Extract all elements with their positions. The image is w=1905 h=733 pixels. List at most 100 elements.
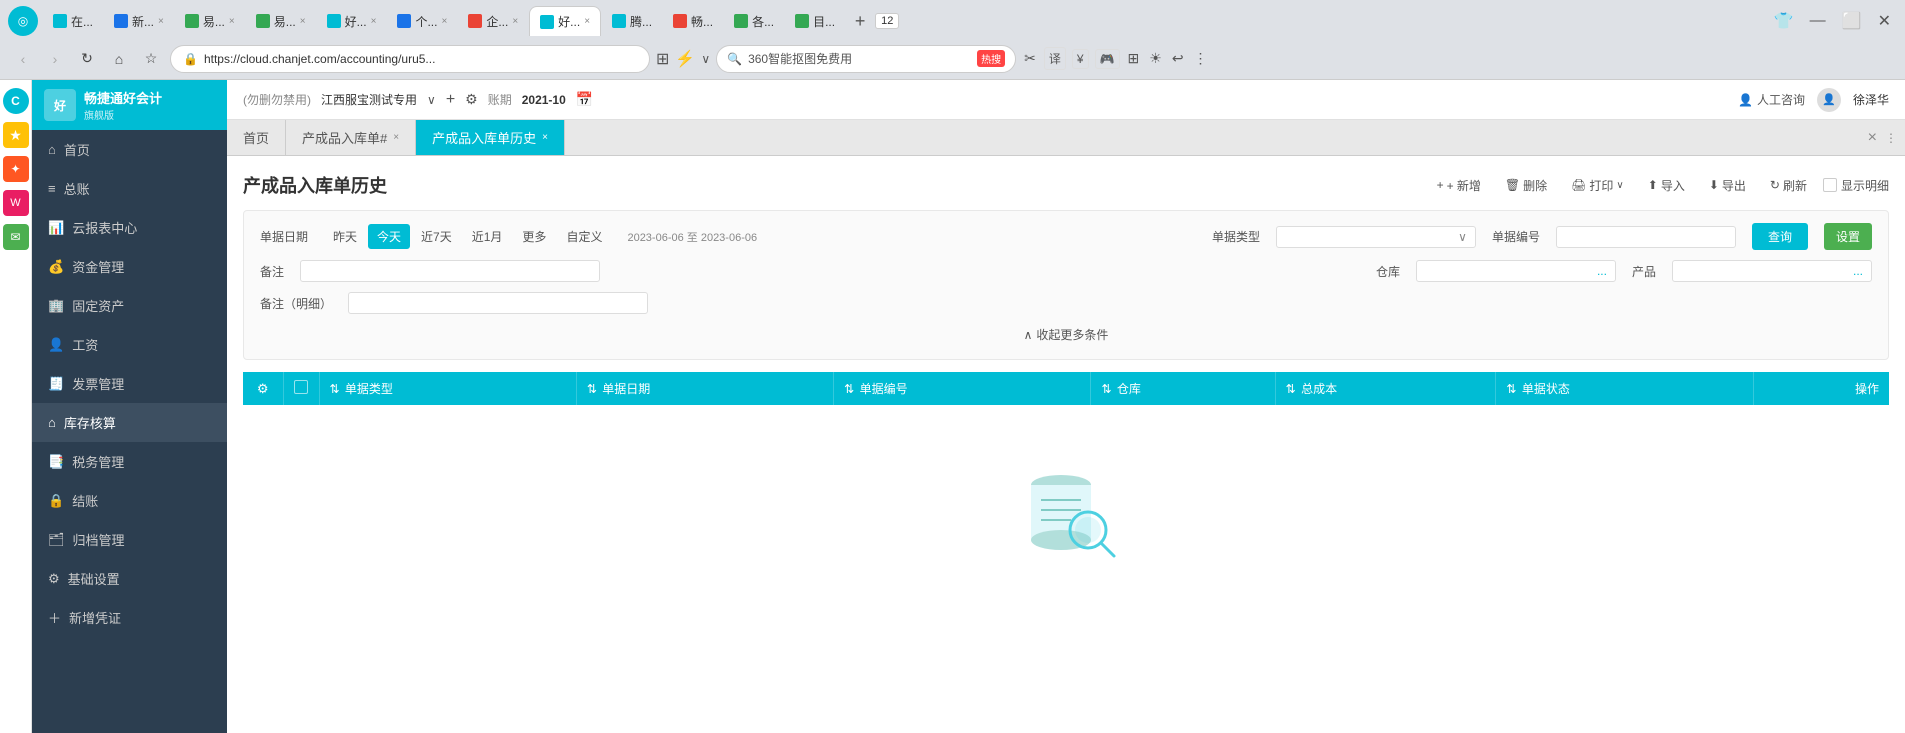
add-button[interactable]: + — [446, 91, 455, 109]
browser-back-button[interactable]: ◎ — [8, 6, 38, 36]
nav-item-invoice[interactable]: 🧾 发票管理 — [32, 364, 227, 403]
tab-hao1[interactable]: 好... × — [317, 6, 387, 36]
panel-more-button[interactable]: ⋮ — [1885, 131, 1897, 145]
dropdown-icon[interactable]: ∨ — [427, 93, 436, 107]
yuan-btn[interactable]: ¥ — [1072, 49, 1089, 69]
settings-gear-icon[interactable]: ⚙ — [465, 91, 478, 108]
tab-close[interactable]: × — [229, 16, 235, 27]
forward-button[interactable]: › — [42, 46, 68, 72]
yesterday-btn[interactable]: 昨天 — [324, 224, 366, 249]
collapse-button[interactable]: ∧ 收起更多条件 — [1024, 326, 1109, 343]
select-all-checkbox[interactable] — [294, 380, 308, 394]
app-icon-email[interactable]: ✉ — [3, 224, 29, 250]
refresh-btn[interactable]: ↻ 刷新 — [1762, 173, 1815, 198]
tab-close[interactable]: × — [158, 16, 164, 27]
tab-close[interactable]: × — [512, 16, 518, 27]
col-status[interactable]: ⇅ 单据状态 — [1496, 372, 1753, 405]
bookmark-button[interactable]: ☆ — [138, 46, 164, 72]
app-icon-3[interactable]: ✦ — [3, 156, 29, 182]
translate-btn[interactable]: 译 — [1044, 47, 1066, 70]
bill-number-input[interactable] — [1556, 226, 1736, 248]
week7-btn[interactable]: 近7天 — [412, 224, 461, 249]
nav-item-inventory[interactable]: ⌂ 库存核算 — [32, 403, 227, 442]
col-number[interactable]: ⇅ 单据编号 — [834, 372, 1091, 405]
window-shirt-icon[interactable]: 👕 — [1768, 9, 1800, 33]
col-type[interactable]: ⇅ 单据类型 — [319, 372, 576, 405]
tab-zaidian[interactable]: 在... — [43, 6, 103, 36]
page-tab-history[interactable]: 产成品入库单历史 × — [416, 120, 565, 155]
tab-hao-active[interactable]: 好... × — [529, 6, 601, 36]
app-icon-weibo[interactable]: W — [3, 190, 29, 216]
tab-add-button[interactable]: + — [846, 7, 874, 35]
settings-col-header[interactable]: ⚙ — [243, 372, 283, 405]
col-total-cost[interactable]: ⇅ 总成本 — [1275, 372, 1496, 405]
tab-chang[interactable]: 畅... — [663, 6, 723, 36]
tab-close[interactable]: × — [584, 16, 590, 27]
nav-item-fixed[interactable]: 🏢 固定资产 — [32, 286, 227, 325]
more-btn[interactable]: ⋮ — [1192, 48, 1210, 69]
setting-button[interactable]: 设置 — [1824, 223, 1872, 250]
nav-item-archive[interactable]: 🗂 归档管理 — [32, 520, 227, 559]
undo-btn[interactable]: ↩ — [1170, 48, 1186, 69]
back-button[interactable]: ‹ — [10, 46, 36, 72]
company-name[interactable]: 江西服宝测试专用 — [321, 91, 417, 108]
tab-ge2[interactable]: 各... — [724, 6, 784, 36]
nav-item-payroll[interactable]: 👤 工资 — [32, 325, 227, 364]
tab-yi1[interactable]: 易... × — [175, 6, 245, 36]
nav-item-home[interactable]: ⌂ 首页 — [32, 130, 227, 169]
window-minimize-button[interactable]: — — [1804, 10, 1832, 32]
more-date-btn[interactable]: 更多 — [513, 224, 555, 249]
col-date[interactable]: ⇅ 单据日期 — [576, 372, 833, 405]
tab-close[interactable]: × — [441, 16, 447, 27]
tab-qi[interactable]: 企... × — [458, 6, 528, 36]
tab-close-icon[interactable]: × — [393, 132, 399, 143]
scissors-icon[interactable]: ✂ — [1022, 48, 1038, 69]
nav-item-settings[interactable]: ⚙ 基础设置 — [32, 559, 227, 598]
sun-btn[interactable]: ☀ — [1147, 48, 1164, 69]
remark-input[interactable] — [300, 260, 600, 282]
detail-remark-input[interactable] — [348, 292, 648, 314]
game-btn[interactable]: 🎮 — [1095, 49, 1120, 69]
nav-item-report[interactable]: 📊 云报表中心 — [32, 208, 227, 247]
product-input[interactable]: ... — [1672, 260, 1872, 282]
warehouse-input[interactable]: ... — [1416, 260, 1616, 282]
tab-xin[interactable]: 新... × — [104, 6, 174, 36]
lightning-icon[interactable]: ⚡ — [675, 49, 695, 69]
user-avatar[interactable]: 👤 — [1817, 88, 1841, 112]
url-bar[interactable]: 🔒 https://cloud.chanjet.com/accounting/u… — [170, 45, 650, 73]
checkbox-col-header[interactable] — [283, 372, 319, 405]
month1-btn[interactable]: 近1月 — [463, 224, 512, 249]
custom-date-btn[interactable]: 自定义 — [557, 224, 611, 249]
bill-type-dropdown[interactable]: ∨ — [1276, 226, 1476, 248]
tab-close[interactable]: × — [371, 16, 377, 27]
app-icon-2[interactable]: ★ — [3, 122, 29, 148]
tab-teng[interactable]: 腾... — [602, 6, 662, 36]
nav-item-tax[interactable]: 📑 税务管理 — [32, 442, 227, 481]
chanjet-icon[interactable]: C — [3, 88, 29, 114]
export-button[interactable]: ⬇ 导出 — [1701, 173, 1754, 198]
grid-btn[interactable]: ⊞ — [1126, 48, 1142, 69]
window-close-button[interactable]: ✕ — [1872, 9, 1897, 33]
nav-item-fund[interactable]: 💰 资金管理 — [32, 247, 227, 286]
add-record-button[interactable]: + + 新增 — [1429, 173, 1489, 198]
query-button[interactable]: 查询 — [1752, 223, 1808, 250]
tab-count-badge[interactable]: 12 — [875, 13, 899, 29]
nav-item-ledger[interactable]: ≡ 总账 — [32, 169, 227, 208]
print-button[interactable]: 🖨 打印 ∨ — [1563, 173, 1632, 198]
page-tab-list[interactable]: 产成品入库单# × — [286, 120, 416, 155]
import-button[interactable]: ⬆ 导入 — [1640, 173, 1693, 198]
calendar-icon[interactable]: 📅 — [576, 91, 593, 108]
page-tab-home[interactable]: 首页 — [227, 120, 286, 155]
tab-close-icon[interactable]: × — [542, 132, 548, 143]
panel-close-button[interactable]: × — [1868, 129, 1877, 147]
dropdown-arrow[interactable]: ∨ — [701, 52, 710, 66]
today-btn[interactable]: 今天 — [368, 224, 410, 249]
home-button[interactable]: ⌂ — [106, 46, 132, 72]
window-restore-button[interactable]: ⬜ — [1836, 9, 1868, 33]
tab-close[interactable]: × — [300, 16, 306, 27]
nav-item-closing[interactable]: 🔒 结账 — [32, 481, 227, 520]
refresh-button[interactable]: ↻ — [74, 46, 100, 72]
user-consult-link[interactable]: 👤 人工咨询 — [1738, 91, 1805, 108]
nav-item-newbill[interactable]: ＋ 新增凭证 — [32, 598, 227, 637]
tab-ge[interactable]: 个... × — [387, 6, 457, 36]
